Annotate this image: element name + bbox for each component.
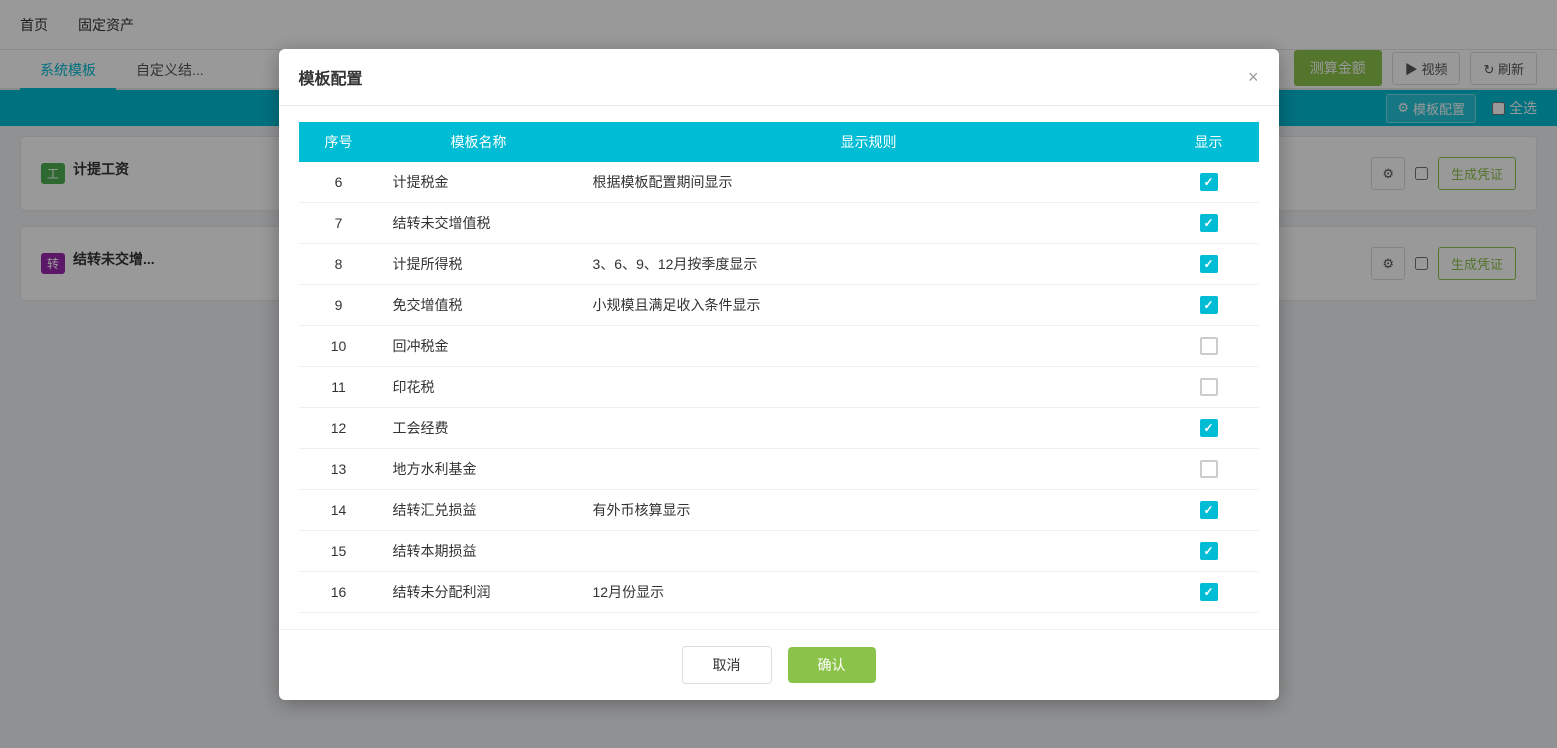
checked-checkbox[interactable] <box>1200 419 1218 437</box>
checked-checkbox[interactable] <box>1200 214 1218 232</box>
cell-idx: 13 <box>299 448 379 489</box>
col-header-name: 模板名称 <box>379 122 579 162</box>
cell-idx: 11 <box>299 366 379 407</box>
cell-show <box>1159 243 1259 284</box>
table-header-row: 序号 模板名称 显示规则 显示 <box>299 122 1259 162</box>
unchecked-checkbox[interactable] <box>1200 460 1218 478</box>
cell-show <box>1159 202 1259 243</box>
cell-rule: 12月份显示 <box>579 571 1159 612</box>
cell-name: 工会经费 <box>379 407 579 448</box>
cell-show <box>1159 325 1259 366</box>
cell-rule <box>579 530 1159 571</box>
cell-name: 计提税金 <box>379 162 579 203</box>
cell-show <box>1159 489 1259 530</box>
cell-idx: 12 <box>299 407 379 448</box>
config-table: 序号 模板名称 显示规则 显示 6计提税金根据模板配置期间显示7结转未交增值税8… <box>299 122 1259 613</box>
cell-show <box>1159 571 1259 612</box>
cell-idx: 8 <box>299 243 379 284</box>
cell-idx: 14 <box>299 489 379 530</box>
modal-footer: 取消 确认 <box>279 629 1279 700</box>
cell-idx: 16 <box>299 571 379 612</box>
cell-name: 印花税 <box>379 366 579 407</box>
modal-overlay: 模板配置 × 序号 模板名称 显示规则 显示 6计提税金根据模板配置期间显示7结… <box>0 0 1557 748</box>
cell-idx: 10 <box>299 325 379 366</box>
unchecked-checkbox[interactable] <box>1200 378 1218 396</box>
modal-title: 模板配置 <box>299 65 363 89</box>
cell-rule: 3、6、9、12月按季度显示 <box>579 243 1159 284</box>
template-config-modal: 模板配置 × 序号 模板名称 显示规则 显示 6计提税金根据模板配置期间显示7结… <box>279 49 1279 700</box>
cell-rule <box>579 448 1159 489</box>
cell-name: 地方水利基金 <box>379 448 579 489</box>
checked-checkbox[interactable] <box>1200 542 1218 560</box>
cell-rule <box>579 325 1159 366</box>
unchecked-checkbox[interactable] <box>1200 337 1218 355</box>
table-row: 10回冲税金 <box>299 325 1259 366</box>
cell-rule <box>579 202 1159 243</box>
cell-name: 回冲税金 <box>379 325 579 366</box>
cell-show <box>1159 407 1259 448</box>
table-row: 16结转未分配利润12月份显示 <box>299 571 1259 612</box>
table-row: 11印花税 <box>299 366 1259 407</box>
table-row: 15结转本期损益 <box>299 530 1259 571</box>
table-row: 7结转未交增值税 <box>299 202 1259 243</box>
cell-name: 结转汇兑损益 <box>379 489 579 530</box>
modal-header: 模板配置 × <box>279 49 1279 106</box>
cell-show <box>1159 162 1259 203</box>
checked-checkbox[interactable] <box>1200 173 1218 191</box>
modal-close-button[interactable]: × <box>1248 68 1259 86</box>
table-row: 6计提税金根据模板配置期间显示 <box>299 162 1259 203</box>
cell-name: 结转本期损益 <box>379 530 579 571</box>
col-header-rule: 显示规则 <box>579 122 1159 162</box>
cell-idx: 9 <box>299 284 379 325</box>
cell-idx: 7 <box>299 202 379 243</box>
cell-name: 免交增值税 <box>379 284 579 325</box>
table-row: 13地方水利基金 <box>299 448 1259 489</box>
cell-name: 计提所得税 <box>379 243 579 284</box>
cell-rule <box>579 366 1159 407</box>
checked-checkbox[interactable] <box>1200 583 1218 601</box>
col-header-idx: 序号 <box>299 122 379 162</box>
checked-checkbox[interactable] <box>1200 296 1218 314</box>
modal-body: 序号 模板名称 显示规则 显示 6计提税金根据模板配置期间显示7结转未交增值税8… <box>279 106 1279 629</box>
cell-idx: 15 <box>299 530 379 571</box>
cell-rule <box>579 407 1159 448</box>
cell-rule: 小规模且满足收入条件显示 <box>579 284 1159 325</box>
cell-name: 结转未交增值税 <box>379 202 579 243</box>
table-row: 8计提所得税3、6、9、12月按季度显示 <box>299 243 1259 284</box>
cell-show <box>1159 448 1259 489</box>
table-row: 14结转汇兑损益有外币核算显示 <box>299 489 1259 530</box>
cell-idx: 6 <box>299 162 379 203</box>
col-header-show: 显示 <box>1159 122 1259 162</box>
cell-name: 结转未分配利润 <box>379 571 579 612</box>
cell-show <box>1159 284 1259 325</box>
cell-show <box>1159 530 1259 571</box>
checked-checkbox[interactable] <box>1200 501 1218 519</box>
cell-rule: 有外币核算显示 <box>579 489 1159 530</box>
cell-rule: 根据模板配置期间显示 <box>579 162 1159 203</box>
confirm-button[interactable]: 确认 <box>788 647 876 683</box>
table-row: 9免交增值税小规模且满足收入条件显示 <box>299 284 1259 325</box>
table-row: 12工会经费 <box>299 407 1259 448</box>
cancel-button[interactable]: 取消 <box>682 646 772 684</box>
cell-show <box>1159 366 1259 407</box>
checked-checkbox[interactable] <box>1200 255 1218 273</box>
table-body: 6计提税金根据模板配置期间显示7结转未交增值税8计提所得税3、6、9、12月按季… <box>299 162 1259 613</box>
